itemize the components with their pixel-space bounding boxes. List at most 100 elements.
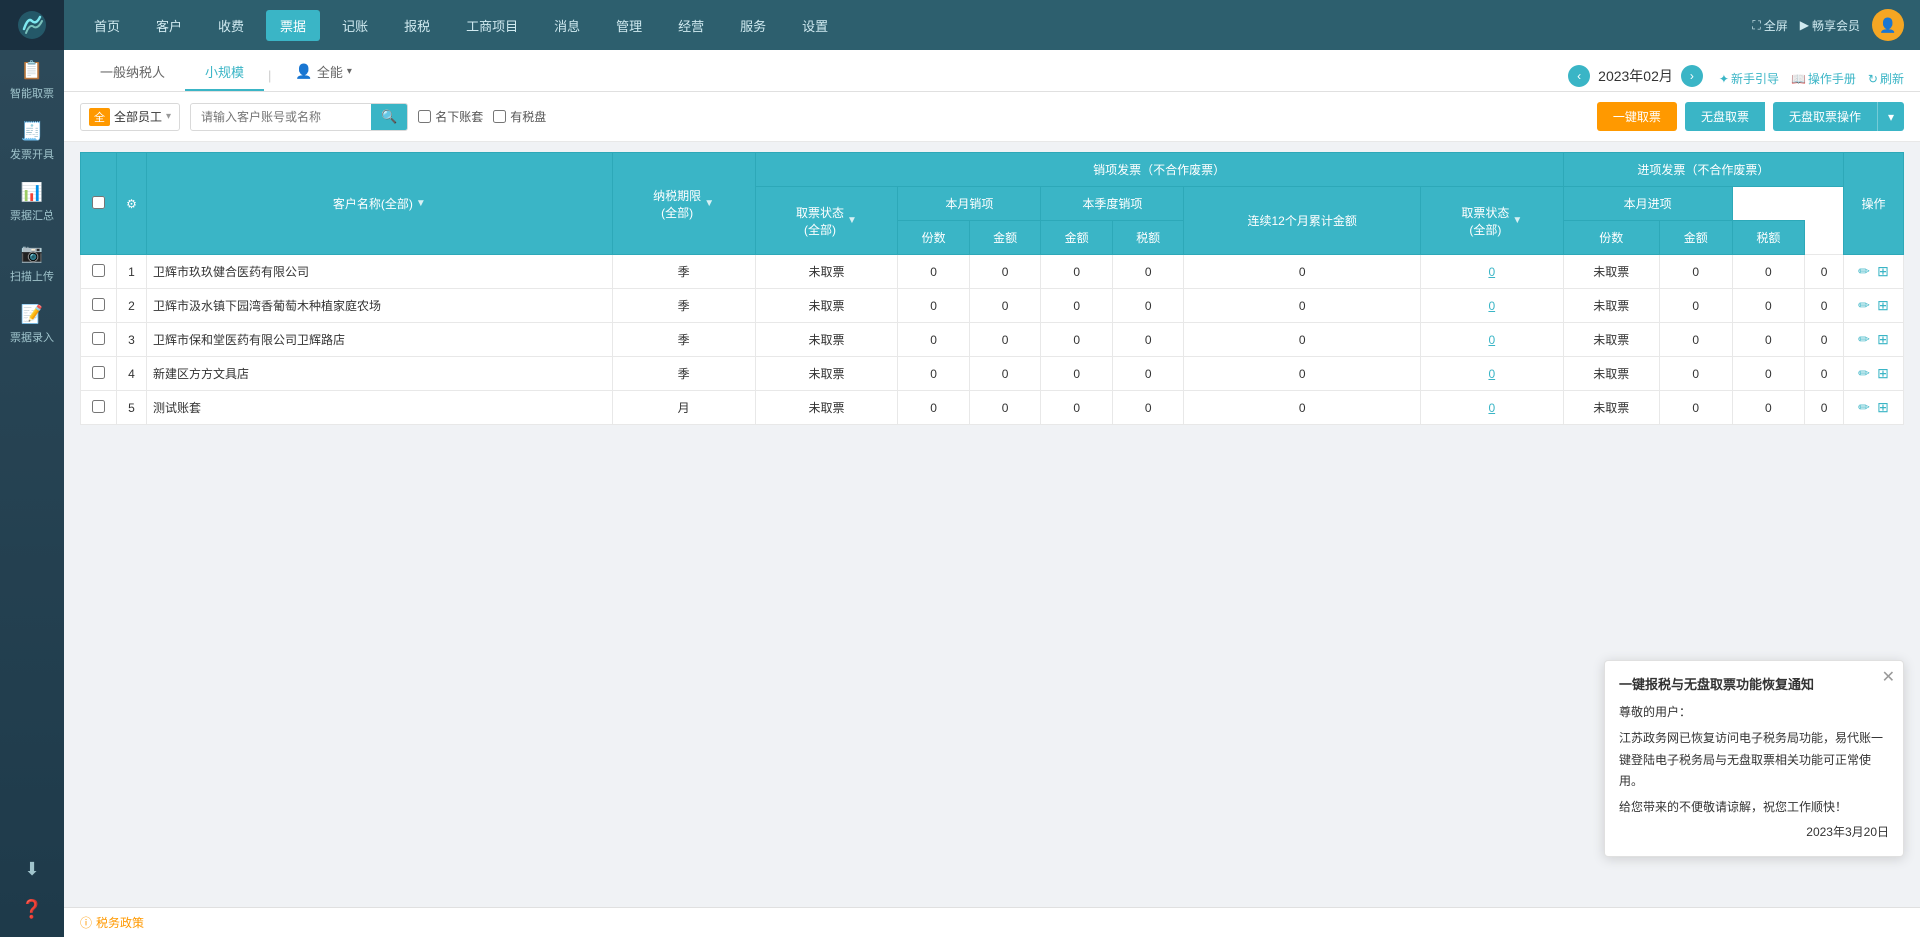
- nav-invoice[interactable]: 票据: [266, 10, 320, 41]
- tax-period-filter-icon[interactable]: ▼: [704, 198, 714, 209]
- sidebar-item-smart-fetch[interactable]: 📋 智能取票: [0, 50, 64, 111]
- refresh-link[interactable]: ↻ 刷新: [1868, 70, 1904, 87]
- toolbar-right: 一键取票 无盘取票 无盘取票操作 ▾: [1597, 102, 1904, 131]
- period-prev-button[interactable]: ‹: [1568, 65, 1590, 87]
- th-sales-invoice: 销项发票（不合作废票）: [755, 153, 1563, 187]
- detail-icon[interactable]: ⊞: [1877, 297, 1889, 313]
- edit-icon[interactable]: ✏: [1858, 331, 1870, 347]
- search-input-wrap: 🔍: [190, 103, 408, 131]
- row-monthly-amount: 0: [969, 357, 1041, 391]
- tax-policy-link[interactable]: ⓘ 税务政策: [80, 914, 144, 931]
- subscribed-filter-label[interactable]: 名下账套: [418, 108, 483, 125]
- sidebar-item-invoice-entry[interactable]: 📝 票据录入: [0, 294, 64, 355]
- fullscreen-icon: ⛶: [1752, 18, 1760, 33]
- row-monthly-tax: 0: [1041, 391, 1113, 425]
- nav-operations[interactable]: 经营: [664, 10, 718, 41]
- row-purchase-monthly-amount: 0: [1732, 357, 1805, 391]
- table-body: 1 卫辉市玖玖健合医药有限公司 季 未取票 0 0 0 0 0 0 未取票 0 …: [81, 255, 1904, 425]
- row-checkbox[interactable]: [92, 400, 105, 413]
- diskless-ops-dropdown[interactable]: ▾: [1877, 102, 1904, 131]
- tab-all[interactable]: 👤 全能 ▾: [275, 54, 371, 91]
- top-navigation: 首页 客户 收费 票据 记账 报税 工商项目 消息 管理 经营 服务 设置 ⛶ …: [64, 0, 1920, 50]
- tab-general-taxpayer[interactable]: 一般纳税人: [80, 54, 185, 91]
- row-fetch-status-sales: 未取票: [755, 391, 898, 425]
- detail-icon[interactable]: ⊞: [1877, 365, 1889, 381]
- user-avatar[interactable]: 👤: [1872, 9, 1904, 41]
- row-checkbox[interactable]: [92, 332, 105, 345]
- row-checkbox[interactable]: [92, 264, 105, 277]
- row-monthly-tax: 0: [1041, 323, 1113, 357]
- sidebar: 📋 智能取票 🧾 发票开具 📊 票据汇总 📷 扫描上传 📝 票据录入 ⬇ ❓: [0, 0, 64, 937]
- tax-disk-filter-label[interactable]: 有税盘: [493, 108, 546, 125]
- detail-icon[interactable]: ⊞: [1877, 399, 1889, 415]
- member-button[interactable]: ▶ 畅享会员: [1800, 17, 1860, 34]
- select-all-checkbox[interactable]: [92, 196, 105, 209]
- purchase-fetch-filter-icon[interactable]: ▼: [1512, 215, 1522, 226]
- search-button[interactable]: 🔍: [371, 104, 407, 130]
- edit-icon[interactable]: ✏: [1858, 297, 1870, 313]
- row-monthly-count: 0: [898, 289, 970, 323]
- subscribed-filter-checkbox[interactable]: [418, 110, 431, 123]
- edit-icon[interactable]: ✏: [1858, 263, 1870, 279]
- notification-date: 2023年3月20日: [1619, 822, 1889, 844]
- tab-small-scale[interactable]: 小规模: [185, 54, 264, 91]
- row-monthly-tax: 0: [1041, 255, 1113, 289]
- row-cumulative-12m: 0: [1420, 391, 1563, 425]
- search-input[interactable]: [191, 105, 371, 129]
- nav-home[interactable]: 首页: [80, 10, 134, 41]
- detail-icon[interactable]: ⊞: [1877, 263, 1889, 279]
- newbie-guide-link[interactable]: ✦ 新手引导: [1719, 70, 1779, 87]
- notification-close-button[interactable]: ✕: [1882, 667, 1895, 687]
- sidebar-item-invoice-summary[interactable]: 📊 票据汇总: [0, 172, 64, 233]
- sidebar-item-issue-invoice[interactable]: 🧾 发票开具: [0, 111, 64, 172]
- detail-icon[interactable]: ⊞: [1877, 331, 1889, 347]
- tax-disk-filter-checkbox[interactable]: [493, 110, 506, 123]
- edit-icon[interactable]: ✏: [1858, 399, 1870, 415]
- diskless-fetch-button[interactable]: 无盘取票: [1685, 102, 1765, 131]
- row-index: 3: [117, 323, 147, 357]
- diskless-ops-button[interactable]: 无盘取票操作: [1773, 102, 1877, 131]
- row-checkbox[interactable]: [92, 298, 105, 311]
- nav-customer[interactable]: 客户: [142, 10, 196, 41]
- one-click-fetch-button[interactable]: 一键取票: [1597, 102, 1677, 131]
- sidebar-help-button[interactable]: ❓: [0, 891, 64, 927]
- settings-icon[interactable]: ⚙: [126, 197, 137, 211]
- notification-apology: 给您带来的不便敬请谅解，祝您工作顺快！: [1619, 797, 1889, 819]
- nav-service[interactable]: 服务: [726, 10, 780, 41]
- row-fetch-status-sales: 未取票: [755, 289, 898, 323]
- nav-message[interactable]: 消息: [540, 10, 594, 41]
- row-quarterly-tax: 0: [1184, 255, 1420, 289]
- sidebar-item-scan-upload[interactable]: 📷 扫描上传: [0, 233, 64, 294]
- th-monthly-purchase: 本月进项: [1563, 187, 1732, 221]
- period-next-button[interactable]: ›: [1681, 65, 1703, 87]
- row-checkbox-cell: [81, 357, 117, 391]
- th-sales-quarterly-tax: 税额: [1112, 221, 1184, 255]
- nav-tax[interactable]: 报税: [390, 10, 444, 41]
- fullscreen-button[interactable]: ⛶ 全屏: [1752, 17, 1787, 34]
- nav-settings[interactable]: 设置: [788, 10, 842, 41]
- diskless-ops-group: 无盘取票操作 ▾: [1773, 102, 1904, 131]
- row-quarterly-tax: 0: [1184, 391, 1420, 425]
- row-quarterly-tax: 0: [1184, 323, 1420, 357]
- row-actions: ✏ ⊞: [1844, 255, 1904, 289]
- edit-icon[interactable]: ✏: [1858, 365, 1870, 381]
- sales-fetch-filter-icon[interactable]: ▼: [847, 215, 857, 226]
- nav-billing[interactable]: 收费: [204, 10, 258, 41]
- row-checkbox-cell: [81, 391, 117, 425]
- row-monthly-amount: 0: [969, 289, 1041, 323]
- customer-filter-icon[interactable]: ▼: [416, 198, 426, 209]
- row-purchase-monthly-count: 0: [1659, 391, 1732, 425]
- operation-manual-link[interactable]: 📖 操作手册: [1791, 70, 1856, 87]
- row-index: 5: [117, 391, 147, 425]
- nav-industrial[interactable]: 工商项目: [452, 10, 532, 41]
- row-checkbox[interactable]: [92, 366, 105, 379]
- sidebar-download-button[interactable]: ⬇: [0, 851, 64, 887]
- refresh-icon: ↻: [1868, 72, 1878, 86]
- bottom-bar: ⓘ 税务政策: [64, 907, 1920, 937]
- th-settings: ⚙: [117, 153, 147, 255]
- nav-management[interactable]: 管理: [602, 10, 656, 41]
- nav-bookkeeping[interactable]: 记账: [328, 10, 382, 41]
- row-purchase-monthly-tax: 0: [1805, 357, 1844, 391]
- info-icon: ⓘ: [80, 914, 92, 931]
- employee-filter-select[interactable]: 全 全部员工 ▾: [80, 103, 180, 131]
